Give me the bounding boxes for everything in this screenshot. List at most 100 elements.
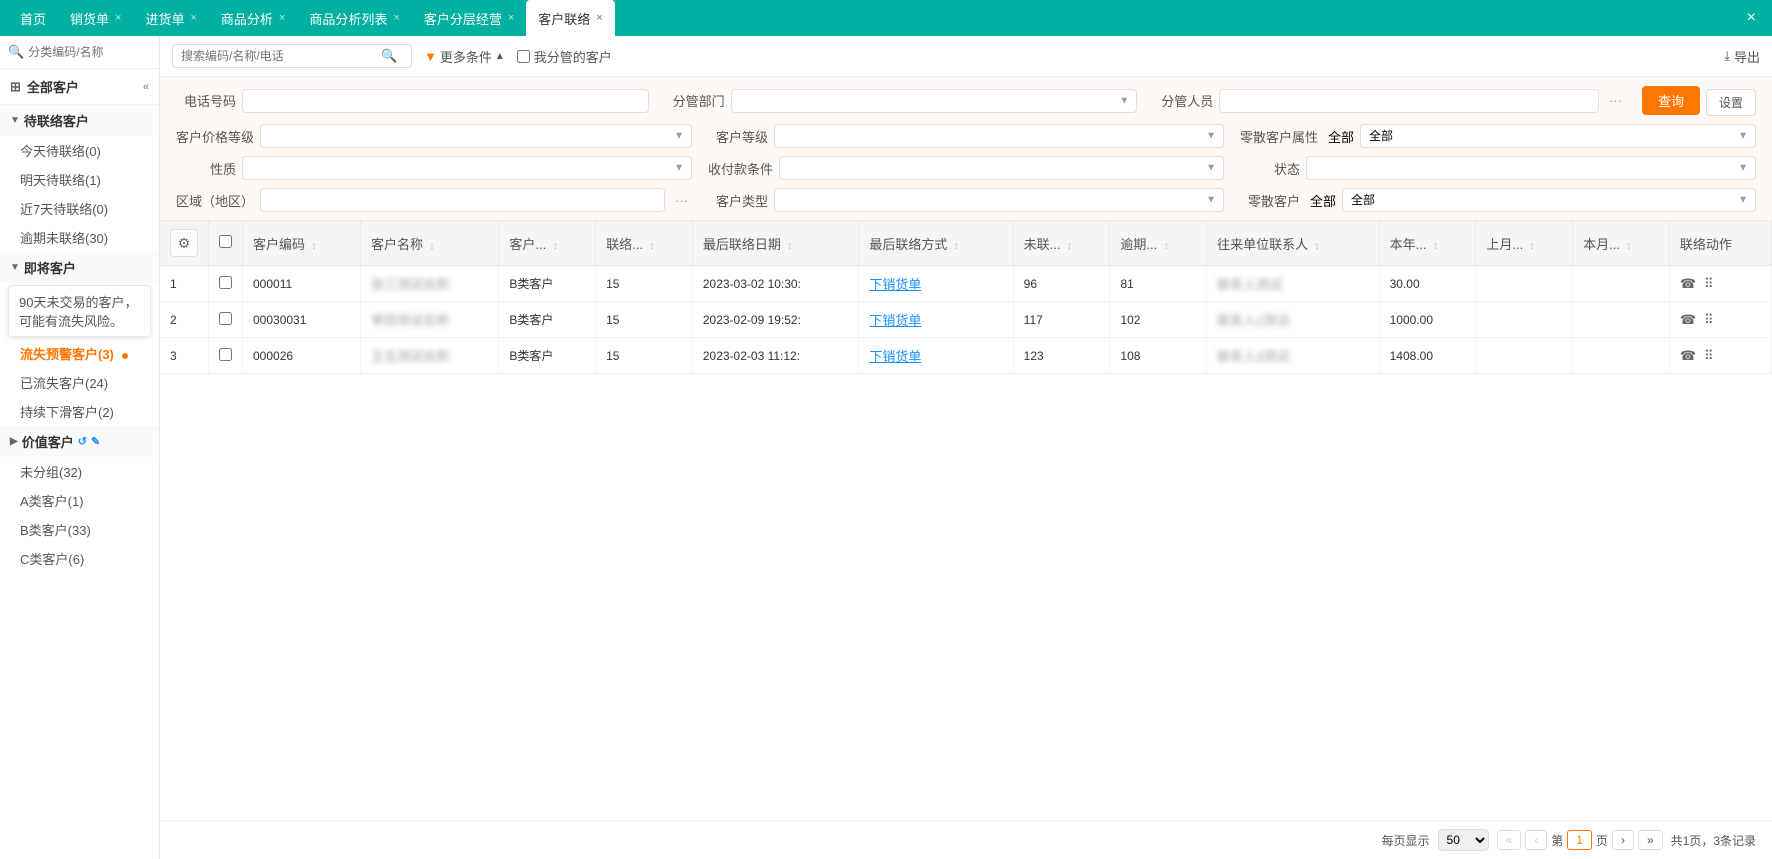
settings-button[interactable]: 设置 bbox=[1706, 89, 1756, 116]
gear-button[interactable]: ⚙ bbox=[170, 229, 198, 257]
last-page-button[interactable]: » bbox=[1638, 830, 1663, 850]
next-page-button[interactable]: › bbox=[1612, 830, 1634, 850]
close-icon[interactable]: × bbox=[190, 12, 196, 24]
cell-overdue: 102 bbox=[1110, 302, 1207, 338]
filter-payment-select[interactable] bbox=[779, 156, 1224, 180]
sort-icon: ↕ bbox=[1164, 241, 1169, 252]
nav-tab-home[interactable]: 首页 bbox=[8, 0, 58, 36]
action-more-icon[interactable]: ⠿ bbox=[1704, 312, 1714, 328]
sidebar-group-pending-label: 待联络客户 bbox=[24, 111, 89, 130]
filter-status-select[interactable] bbox=[1306, 156, 1756, 180]
nav-tab-customer-tier[interactable]: 客户分层经营 × bbox=[412, 0, 526, 36]
cell-last-date: 2023-02-03 11:12: bbox=[692, 338, 859, 374]
filter-zero-customer-select[interactable]: 全部 bbox=[1342, 188, 1756, 212]
sidebar-item-churned[interactable]: 已流失客户(24) bbox=[0, 368, 159, 397]
close-icon[interactable]: × bbox=[393, 12, 399, 24]
sidebar-item-churn-warning[interactable]: 流失预警客户(3) bbox=[0, 339, 159, 368]
search-button-icon[interactable]: 🔍 bbox=[381, 48, 397, 64]
sidebar-item-class-b[interactable]: B类客户(33) bbox=[0, 515, 159, 544]
sidebar-item-declining[interactable]: 持续下滑客户(2) bbox=[0, 397, 159, 426]
filter-grade: 客户等级 ▼ bbox=[708, 124, 1224, 148]
sort-icon: ↕ bbox=[429, 241, 434, 252]
action-phone-icon[interactable]: ☎ bbox=[1680, 276, 1696, 292]
sidebar-item-today[interactable]: 今天待联络(0) bbox=[0, 136, 159, 165]
sidebar-group-value[interactable]: ▶ 价值客户 ↺ ✎ bbox=[0, 426, 159, 457]
cell-name: 张三测试名称 bbox=[360, 266, 498, 302]
filter-dept-select[interactable] bbox=[731, 89, 1138, 113]
per-page-select[interactable]: 50 100 bbox=[1438, 829, 1489, 851]
filter-grade-select[interactable] bbox=[774, 124, 1224, 148]
nav-tab-purchase-label: 进货单 bbox=[145, 9, 184, 28]
filter-zero-customer: 零散客户 全部 全部 ▼ bbox=[1240, 188, 1756, 212]
cell-overdue: 108 bbox=[1110, 338, 1207, 374]
search-bar: 🔍 ▼ 更多条件 ▲ 我分管的客户 ⤓ 导出 bbox=[160, 36, 1772, 77]
ellipsis-icon[interactable]: ··· bbox=[671, 193, 692, 208]
search-input-wrap[interactable]: 🔍 bbox=[172, 44, 412, 68]
filter-row-4: 区域（地区） ··· 客户类型 ▼ 零散客户 全部 全部 ▼ bbox=[176, 188, 1756, 212]
cell-this-month bbox=[1573, 302, 1670, 338]
export-icon: ⤓ bbox=[1724, 48, 1730, 64]
edit-icon[interactable]: ✎ bbox=[91, 435, 100, 448]
filter-gender-select[interactable] bbox=[242, 156, 692, 180]
more-conditions-button[interactable]: ▼ 更多条件 ▲ bbox=[424, 47, 505, 66]
nav-tab-sales[interactable]: 销货单 × bbox=[58, 0, 133, 36]
sidebar-item-ungrouped[interactable]: 未分组(32) bbox=[0, 457, 159, 486]
action-phone-icon[interactable]: ☎ bbox=[1680, 348, 1696, 364]
nav-tab-analysis-list-label: 商品分析列表 bbox=[309, 9, 387, 28]
cell-overdue: 81 bbox=[1110, 266, 1207, 302]
th-name: 客户名称 ↕ bbox=[360, 221, 498, 266]
filter-gender: 性质 ▼ bbox=[176, 156, 692, 180]
query-button[interactable]: 查询 bbox=[1642, 86, 1700, 115]
export-button[interactable]: ⤓ 导出 bbox=[1724, 47, 1760, 66]
my-customers-checkbox[interactable]: 我分管的客户 bbox=[517, 47, 612, 66]
filter-dept-label: 分管部门 bbox=[665, 91, 725, 110]
ellipsis-icon[interactable]: ··· bbox=[1605, 93, 1626, 108]
my-customers-check[interactable] bbox=[517, 50, 530, 63]
cell-type: B类客户 bbox=[499, 302, 596, 338]
sidebar-all-customers[interactable]: ⊞ 全部客户 « bbox=[0, 69, 159, 105]
first-page-button[interactable]: « bbox=[1497, 830, 1522, 850]
sidebar-group-churn[interactable]: ▼ 即将客户 bbox=[0, 252, 159, 283]
nav-tab-analysis[interactable]: 商品分析 × bbox=[209, 0, 297, 36]
search-input[interactable] bbox=[181, 49, 381, 63]
nav-tab-purchase[interactable]: 进货单 × bbox=[133, 0, 208, 36]
row-checkbox[interactable] bbox=[219, 276, 232, 289]
row-checkbox[interactable] bbox=[219, 348, 232, 361]
content-area: 🔍 ▼ 更多条件 ▲ 我分管的客户 ⤓ 导出 电话号码 bbox=[160, 36, 1772, 859]
prev-page-button[interactable]: ‹ bbox=[1525, 830, 1547, 850]
sidebar-item-class-a[interactable]: A类客户(1) bbox=[0, 486, 159, 515]
action-phone-icon[interactable]: ☎ bbox=[1680, 312, 1696, 328]
arrow-right-icon: ▶ bbox=[10, 436, 18, 447]
row-checkbox[interactable] bbox=[219, 312, 232, 325]
select-all-checkbox[interactable] bbox=[219, 235, 232, 248]
action-more-icon[interactable]: ⠿ bbox=[1704, 276, 1714, 292]
customer-table: ⚙ 客户编码 ↕ 客户名称 ↕ bbox=[160, 221, 1772, 374]
close-icon[interactable]: × bbox=[115, 12, 121, 24]
close-icon[interactable]: × bbox=[508, 12, 514, 24]
sidebar-search-input[interactable] bbox=[28, 45, 160, 59]
sidebar-item-overdue[interactable]: 逾期未联络(30) bbox=[0, 223, 159, 252]
sidebar-group-pending[interactable]: ▼ 待联络客户 bbox=[0, 105, 159, 136]
action-more-icon[interactable]: ⠿ bbox=[1704, 348, 1714, 364]
cell-checkbox bbox=[209, 338, 243, 374]
nav-tab-customer-contact[interactable]: 客户联络 × bbox=[526, 0, 614, 36]
nav-tab-analysis-list[interactable]: 商品分析列表 × bbox=[297, 0, 411, 36]
filter-region-input[interactable] bbox=[260, 188, 665, 212]
cell-checkbox bbox=[209, 266, 243, 302]
close-all-button[interactable]: × bbox=[1739, 9, 1764, 27]
filter-person-input[interactable] bbox=[1219, 89, 1599, 113]
sidebar-group-value-label: 价值客户 bbox=[22, 432, 74, 451]
sidebar-item-class-c[interactable]: C类客户(6) bbox=[0, 544, 159, 573]
refresh-icon[interactable]: ↺ bbox=[78, 435, 87, 448]
sidebar-search-bar[interactable]: 🔍 bbox=[0, 36, 159, 69]
filter-customer-type-select[interactable] bbox=[774, 188, 1224, 212]
sidebar-item-tomorrow[interactable]: 明天待联络(1) bbox=[0, 165, 159, 194]
cell-checkbox bbox=[209, 302, 243, 338]
cell-index: 2 bbox=[160, 302, 209, 338]
filter-price-grade-select[interactable] bbox=[260, 124, 692, 148]
filter-zero-attr-select[interactable]: 全部 bbox=[1360, 124, 1756, 148]
close-icon[interactable]: × bbox=[279, 12, 285, 24]
close-icon[interactable]: × bbox=[596, 12, 602, 24]
sidebar-item-week[interactable]: 近7天待联络(0) bbox=[0, 194, 159, 223]
filter-phone-input[interactable] bbox=[242, 89, 649, 113]
